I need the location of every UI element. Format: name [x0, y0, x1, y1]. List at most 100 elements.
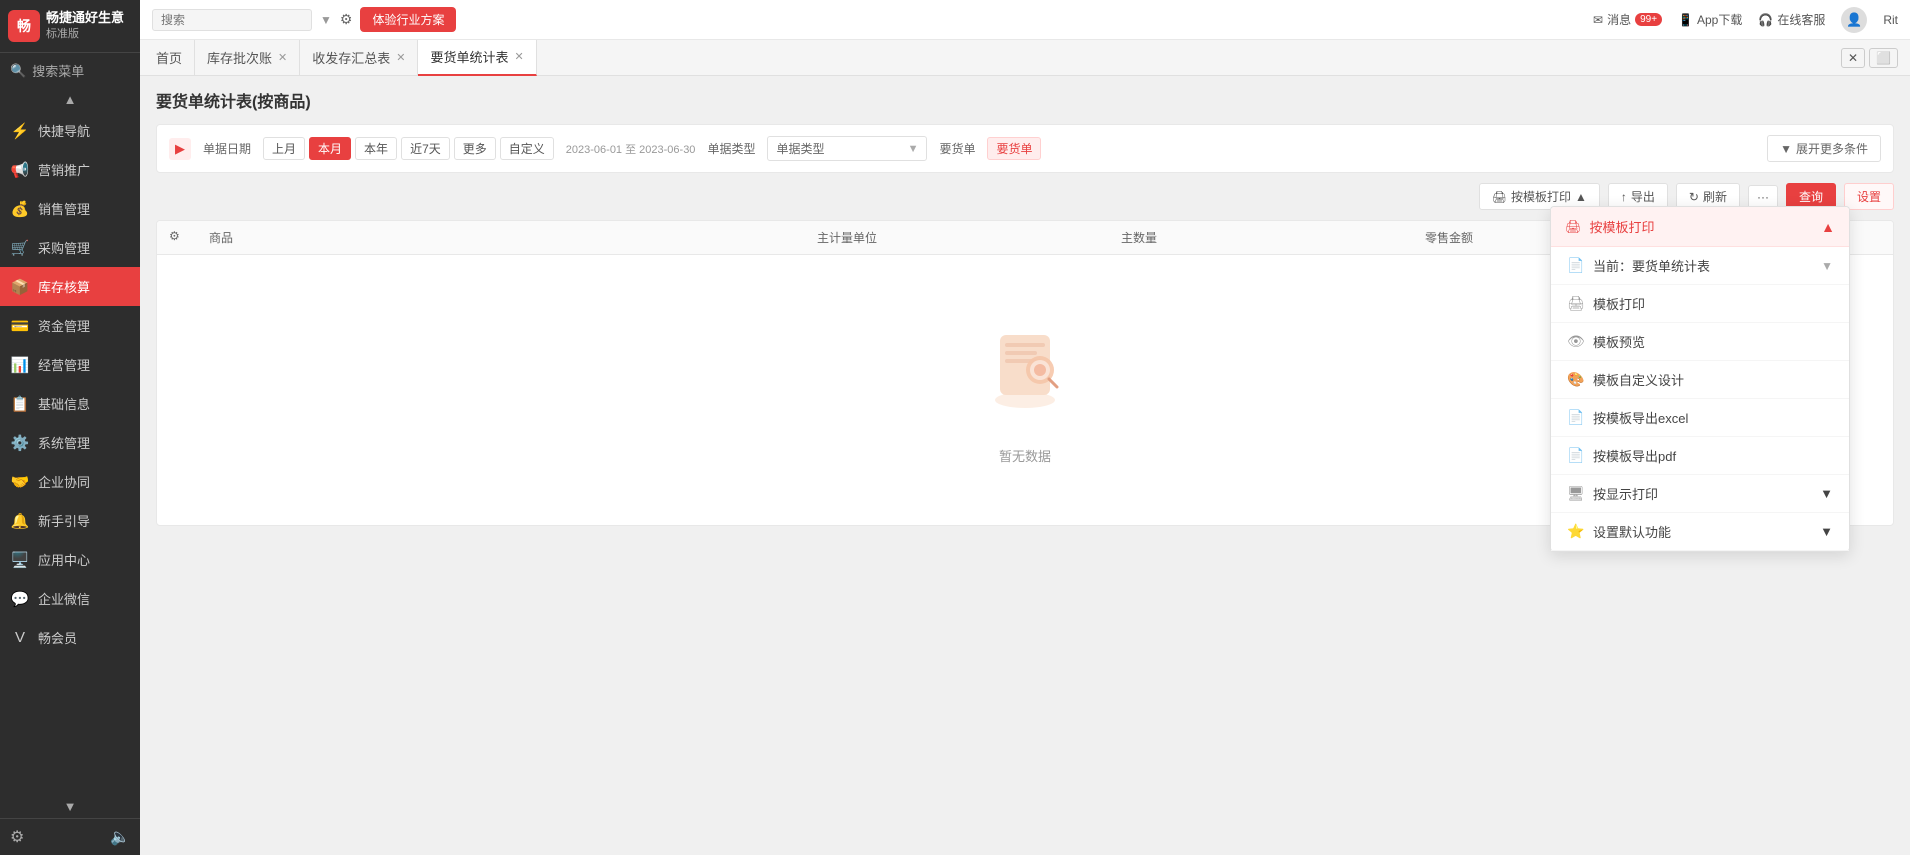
date-btn-custom[interactable]: 自定义	[500, 137, 554, 160]
username-label[interactable]: Rit	[1883, 13, 1898, 27]
user-avatar[interactable]: 👤	[1841, 7, 1867, 33]
print-dropdown-header: 🖨 按模板打印 ▲	[1551, 207, 1849, 247]
sidebar: 畅 畅捷通好生意 标准版 🔍 搜索菜单 ▲ ⚡ 快捷导航 📢 营销推广 💰 销售…	[0, 0, 140, 855]
print-dropdown-header-icon: 🖨	[1565, 219, 1582, 235]
sidebar-item-purchase[interactable]: 🛒 采购管理	[0, 228, 140, 267]
filter-toggle-btn[interactable]: ▶	[169, 138, 191, 160]
date-btn-last-7-days[interactable]: 近7天	[401, 137, 450, 160]
col-unit: 主计量单位	[817, 229, 1121, 246]
tab-inventory-batch[interactable]: 库存批次账 ✕	[195, 40, 300, 76]
current-template-chevron-icon: ▼	[1821, 259, 1833, 273]
app-logo-icon: 畅	[8, 10, 40, 42]
tab-receivable-summary[interactable]: 收发存汇总表 ✕	[300, 40, 418, 76]
app-download-btn[interactable]: 📱 App下载	[1678, 11, 1742, 28]
top-search-input[interactable]	[152, 9, 312, 31]
top-bar-right: ✉ 消息 99+ 📱 App下载 🎧 在线客服 👤 Rit	[1593, 7, 1898, 33]
operation-icon: 📊	[10, 356, 30, 374]
trial-btn[interactable]: 体验行业方案	[360, 7, 456, 32]
sidebar-item-guide[interactable]: 🔔 新手引导	[0, 501, 140, 540]
tab-close-btn[interactable]: ✕	[1841, 48, 1865, 68]
sidebar-item-finance[interactable]: 💳 资金管理	[0, 306, 140, 345]
set-default-section[interactable]: ⭐ 设置默认功能 ▼	[1551, 513, 1849, 551]
export-excel-label: 按模板导出excel	[1593, 408, 1688, 427]
settings-btn[interactable]: 设置	[1844, 183, 1894, 210]
tab-close-receivable-summary[interactable]: ✕	[396, 51, 405, 64]
headset-icon: 🎧	[1758, 13, 1773, 27]
export-pdf-item[interactable]: 📄 按模板导出pdf	[1551, 437, 1849, 475]
print-dropdown-close-btn[interactable]: ▲	[1821, 219, 1835, 235]
sidebar-search[interactable]: 🔍 搜索菜单	[0, 53, 140, 88]
settings-icon[interactable]: ⚙	[10, 827, 24, 847]
template-print-label: 模板打印	[1593, 294, 1645, 313]
tab-close-requisition-stats[interactable]: ✕	[515, 50, 524, 63]
date-btn-last-month[interactable]: 上月	[263, 137, 305, 160]
page-content: 要货单统计表(按商品) ▶ 单据日期 上月 本月 本年 近7天 更多 自定义 2…	[140, 76, 1910, 855]
collab-icon: 🤝	[10, 473, 30, 491]
display-print-icon: 🖥	[1567, 485, 1585, 502]
printer-icon: 🖨	[1492, 190, 1507, 204]
template-design-icon: 🎨	[1567, 371, 1585, 388]
col-qty: 主数量	[1121, 229, 1425, 246]
sidebar-scroll-down[interactable]: ▼	[0, 795, 140, 818]
sidebar-item-quick-nav[interactable]: ⚡ 快捷导航	[0, 111, 140, 150]
date-range-display: 2023-06-01 至 2023-06-30	[566, 141, 696, 157]
display-print-chevron-icon: ▼	[1820, 486, 1833, 501]
filter-bar: ▶ 单据日期 上月 本月 本年 近7天 更多 自定义 2023-06-01 至 …	[156, 124, 1894, 173]
tab-requisition-stats[interactable]: 要货单统计表 ✕	[418, 40, 536, 76]
date-filter-label: 单据日期	[203, 140, 251, 157]
sidebar-item-enterprise-wechat[interactable]: 💬 企业微信	[0, 579, 140, 618]
top-gear-icon[interactable]: ⚙	[340, 11, 353, 28]
search-icon: 🔍	[10, 63, 26, 79]
message-icon: ✉	[1593, 13, 1603, 27]
search-chevron-icon[interactable]: ▼	[320, 13, 332, 27]
top-bar: ▼ ⚙ 体验行业方案 ✉ 消息 99+ 📱 App下载 🎧 在线客服 👤 Rit	[140, 0, 1910, 40]
order-type-select[interactable]: 单据类型 ▼	[767, 136, 927, 161]
more-btn[interactable]: ···	[1748, 185, 1778, 209]
date-buttons: 上月 本月 本年 近7天 更多 自定义	[263, 137, 554, 160]
sidebar-nav: ⚡ 快捷导航 📢 营销推广 💰 销售管理 🛒 采购管理 📦 库存核算 💳 资金管…	[0, 111, 140, 795]
date-btn-more[interactable]: 更多	[454, 137, 496, 160]
sidebar-item-base[interactable]: 📋 基础信息	[0, 384, 140, 423]
messages-btn[interactable]: ✉ 消息 99+	[1593, 11, 1662, 28]
online-service-btn[interactable]: 🎧 在线客服	[1758, 11, 1825, 28]
sidebar-item-system[interactable]: ⚙️ 系统管理	[0, 423, 140, 462]
sidebar-item-operation[interactable]: 📊 经营管理	[0, 345, 140, 384]
sidebar-scroll-up[interactable]: ▲	[0, 88, 140, 111]
empty-text: 暂无数据	[999, 446, 1051, 465]
quick-nav-icon: ⚡	[10, 122, 30, 140]
expand-conditions-btn[interactable]: ▼ 展开更多条件	[1767, 135, 1881, 162]
tab-actions: ✕ ⬜	[1841, 48, 1906, 68]
date-btn-current-year[interactable]: 本年	[355, 137, 397, 160]
col-settings[interactable]: ⚙	[169, 229, 209, 246]
sidebar-item-inventory[interactable]: 📦 库存核算	[0, 267, 140, 306]
sidebar-logo[interactable]: 畅 畅捷通好生意 标准版	[0, 0, 140, 53]
template-preview-item[interactable]: 👁 模板预览	[1551, 323, 1849, 361]
goods-filter-tag: 要货单	[987, 137, 1041, 160]
enterprise-wechat-icon: 💬	[10, 590, 30, 608]
template-design-item[interactable]: 🎨 模板自定义设计	[1551, 361, 1849, 399]
filter-row: ▶ 单据日期 上月 本月 本年 近7天 更多 自定义 2023-06-01 至 …	[169, 135, 1881, 162]
filter-expand-icon: ▶	[175, 141, 185, 157]
tab-close-inventory-batch[interactable]: ✕	[278, 51, 287, 64]
sidebar-item-collab[interactable]: 🤝 企业协同	[0, 462, 140, 501]
sound-icon[interactable]: 🔈	[110, 827, 130, 847]
app-brand-text: 畅捷通好生意 标准版	[46, 10, 124, 41]
sidebar-item-marketing[interactable]: 📢 营销推广	[0, 150, 140, 189]
system-icon: ⚙️	[10, 434, 30, 452]
template-design-label: 模板自定义设计	[1593, 370, 1684, 389]
export-excel-icon: 📄	[1567, 409, 1585, 426]
sales-icon: 💰	[10, 200, 30, 218]
sidebar-item-vip[interactable]: V 畅会员	[0, 618, 140, 657]
current-template-row[interactable]: 📄 当前：要货单统计表 ▼	[1551, 247, 1849, 285]
sidebar-item-sales[interactable]: 💰 销售管理	[0, 189, 140, 228]
display-print-section[interactable]: 🖥 按显示打印 ▼	[1551, 475, 1849, 513]
sidebar-item-app-center[interactable]: 🖥️ 应用中心	[0, 540, 140, 579]
date-btn-current-month[interactable]: 本月	[309, 137, 351, 160]
tab-maximize-btn[interactable]: ⬜	[1869, 48, 1898, 68]
export-excel-item[interactable]: 📄 按模板导出excel	[1551, 399, 1849, 437]
guide-icon: 🔔	[10, 512, 30, 530]
current-template-icon: 📄	[1567, 257, 1585, 274]
display-print-label: 按显示打印	[1593, 484, 1658, 503]
tab-home[interactable]: 首页	[144, 40, 195, 76]
template-print-item[interactable]: 🖨 模板打印	[1551, 285, 1849, 323]
